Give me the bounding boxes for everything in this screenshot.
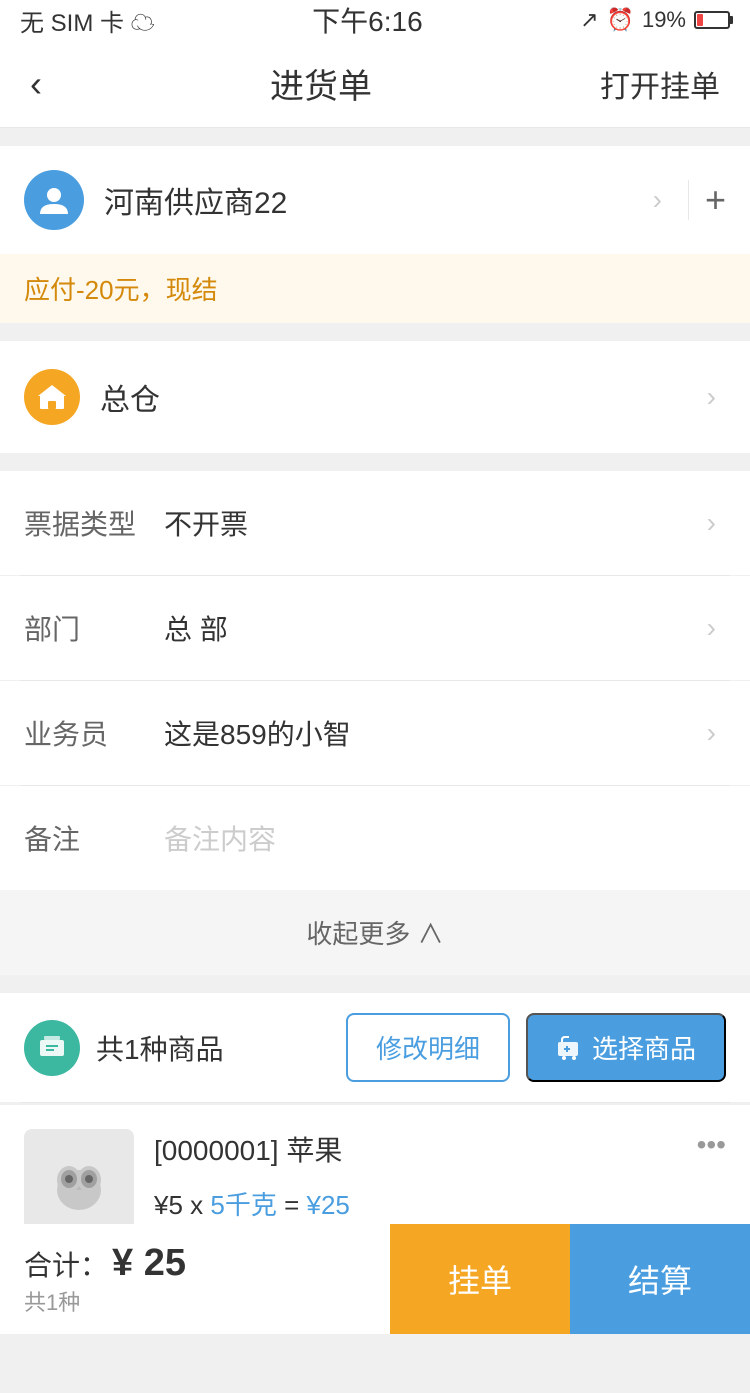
open-hang-button[interactable]: 打开挂单 (600, 62, 720, 106)
total-value: ¥25 (307, 1190, 350, 1220)
select-product-button[interactable]: 选择商品 (526, 1013, 726, 1082)
department-value: 总 部 (164, 608, 707, 648)
battery-icon (694, 11, 730, 29)
invoice-type-row[interactable]: 票据类型 不开票 › (0, 471, 750, 575)
remark-placeholder: 备注内容 (164, 818, 726, 858)
collapse-label: 收起更多 ∧ (306, 914, 443, 951)
sim-label: 无 SIM 卡 ☁ (20, 3, 155, 38)
supplier-avatar (24, 170, 84, 230)
add-supplier-button[interactable]: + (705, 179, 726, 221)
product-thumbnail (24, 1129, 134, 1239)
warehouse-row[interactable]: 总仓 › (0, 341, 750, 453)
section-gap-4 (0, 975, 750, 993)
section-gap-2 (0, 323, 750, 341)
total-label: 合计： (24, 1244, 108, 1284)
qty-value: 5千克 (210, 1190, 276, 1220)
remark-row[interactable]: 备注 备注内容 (0, 786, 750, 890)
bottom-bar: 合计： ¥ 25 共1种 挂单 结算 (0, 1224, 750, 1334)
invoice-chevron-icon: › (707, 507, 716, 539)
product-name: [0000001] 苹果 (154, 1129, 677, 1169)
department-chevron-icon: › (707, 612, 716, 644)
salesperson-value: 这是859的小智 (164, 713, 707, 753)
location-icon: ↗ (580, 7, 598, 33)
nav-bar: ‹ 进货单 打开挂单 (0, 40, 750, 128)
section-gap-1 (0, 128, 750, 146)
supplier-chevron-icon: › (653, 184, 662, 216)
notice-bar: 应付-20元，现结 (0, 254, 750, 323)
invoice-type-value: 不开票 (164, 503, 707, 543)
select-product-label: 选择商品 (592, 1029, 696, 1066)
warehouse-name: 总仓 (100, 375, 707, 419)
salesperson-row[interactable]: 业务员 这是859的小智 › (0, 681, 750, 785)
product-thumb-owl (39, 1144, 119, 1224)
collapse-row[interactable]: 收起更多 ∧ (0, 890, 750, 975)
unit-price: ¥5 (154, 1190, 183, 1220)
product-count-icon (24, 1020, 80, 1076)
cart-icon (556, 1034, 584, 1062)
equals-sign: = (284, 1190, 306, 1220)
status-right: ↗ ⏰ 19% (580, 7, 730, 33)
settle-label: 结算 (628, 1256, 692, 1302)
status-bar: 无 SIM 卡 ☁ 下午6:16 ↗ ⏰ 19% (0, 0, 750, 40)
alarm-icon: ⏰ (607, 7, 634, 33)
products-header: 共1种商品 修改明细 选择商品 (0, 993, 750, 1102)
remark-label: 备注 (24, 818, 164, 858)
department-row[interactable]: 部门 总 部 › (0, 576, 750, 680)
status-left: 无 SIM 卡 ☁ (20, 3, 155, 38)
invoice-type-label: 票据类型 (24, 503, 164, 543)
settle-button[interactable]: 结算 (570, 1224, 750, 1334)
product-count-label: 共1种商品 (96, 1028, 330, 1068)
back-button[interactable]: ‹ (30, 63, 42, 105)
total-amount: ¥ 25 (112, 1242, 186, 1285)
person-icon (36, 182, 72, 218)
battery-percent: 19% (642, 7, 686, 33)
product-title-name: 苹果 (286, 1135, 342, 1166)
section-gap-3 (0, 453, 750, 471)
warehouse-icon (24, 369, 80, 425)
product-price: ¥5 x 5千克 = ¥25 (154, 1185, 677, 1222)
salesperson-label: 业务员 (24, 713, 164, 753)
supplier-row[interactable]: 河南供应商22 › + (0, 146, 750, 254)
department-label: 部门 (24, 608, 164, 648)
hang-label: 挂单 (448, 1256, 512, 1302)
multiply-sign: x (190, 1190, 210, 1220)
edit-detail-button[interactable]: 修改明细 (346, 1013, 510, 1082)
product-more-button[interactable]: ••• (697, 1129, 726, 1161)
warehouse-chevron-icon: › (707, 381, 716, 413)
hang-button[interactable]: 挂单 (390, 1224, 570, 1334)
divider (688, 180, 689, 220)
product-info: [0000001] 苹果 ¥5 x 5千克 = ¥25 (154, 1129, 677, 1239)
status-time: 下午6:16 (312, 0, 423, 40)
page-title: 进货单 (270, 59, 372, 108)
thin-divider-4 (20, 1102, 730, 1103)
total-count: 共1种 (24, 1285, 366, 1317)
salesperson-chevron-icon: › (707, 717, 716, 749)
product-code: [0000001] (154, 1135, 279, 1166)
supplier-name: 河南供应商22 (104, 178, 653, 222)
total-section: 合计： ¥ 25 共1种 (0, 1224, 390, 1334)
